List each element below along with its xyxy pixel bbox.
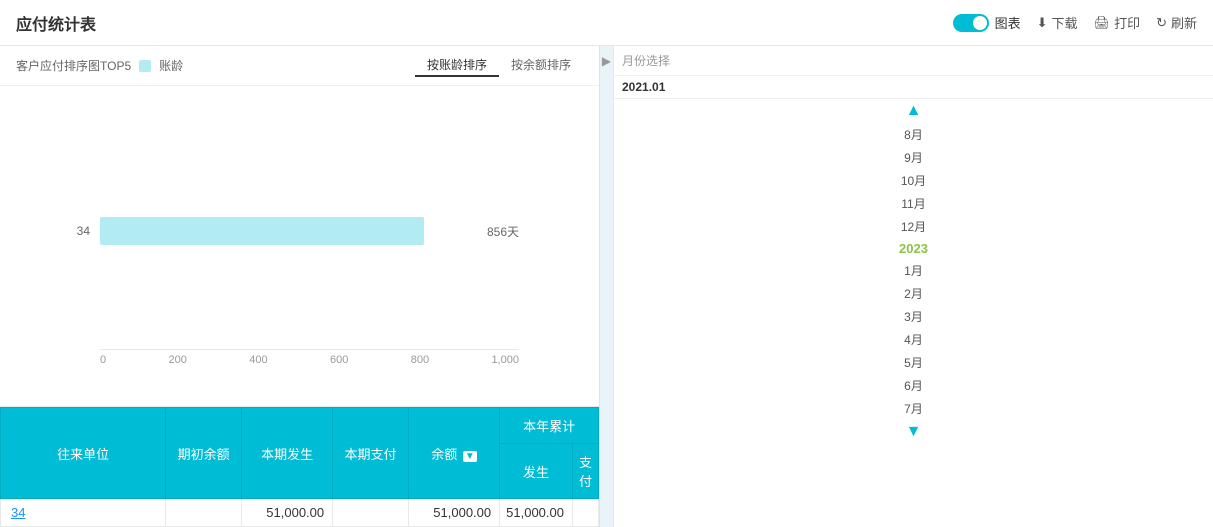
sidebar-up-btn[interactable]: ▲ <box>614 99 1213 123</box>
content-area: 客户应付排序图TOP5 账龄 按账龄排序 按余额排序 34 <box>0 46 1213 527</box>
sidebar-panel: 月份选择 2021.01 ▲ 8月 9月 10月 11月 12月 2023 1月… <box>613 46 1213 527</box>
data-table: 往来单位 期初余额 本期发生 本期支付 余额 ▼ 本年累计 <box>0 407 599 527</box>
th-benqi-fasheng: 本期发生 <box>242 408 333 499</box>
x-label-600: 600 <box>330 354 348 366</box>
bar-row-label: 34 <box>60 224 90 238</box>
cell-benqi-zhifu <box>333 499 409 527</box>
chart-toggle[interactable] <box>953 14 989 32</box>
sidebar-year-value[interactable]: 2021.01 <box>614 76 1213 99</box>
table-row: 34 51,000.00 51,000.00 51,000.00 <box>1 499 599 527</box>
print-icon: 🖨 <box>1094 15 1111 31</box>
chart-legend: 客户应付排序图TOP5 账龄 <box>16 57 183 74</box>
print-button[interactable]: 🖨 打印 <box>1094 13 1141 32</box>
cell-unit[interactable]: 34 <box>1 499 166 527</box>
cell-yue: 51,000.00 <box>408 499 499 527</box>
th-yue: 余额 ▼ <box>408 408 499 499</box>
sidebar-month-6[interactable]: 6月 <box>614 374 1213 397</box>
download-icon: ⬇ <box>1037 15 1048 31</box>
cell-benqi-fasheng: 51,000.00 <box>242 499 333 527</box>
sidebar-month-4[interactable]: 4月 <box>614 328 1213 351</box>
th-leiji-zhifu: 支付 <box>572 444 598 499</box>
th-unit: 往来单位 <box>1 408 166 499</box>
chart-toggle-wrap: 图表 <box>953 13 1021 32</box>
sidebar-month-12[interactable]: 12月 <box>614 215 1213 238</box>
cell-qichu <box>166 499 242 527</box>
chart-section: 客户应付排序图TOP5 账龄 按账龄排序 按余额排序 34 <box>0 46 599 527</box>
page-title: 应付统计表 <box>16 11 96 35</box>
refresh-icon: ↻ <box>1156 15 1167 31</box>
sidebar-month-8[interactable]: 8月 <box>614 123 1213 146</box>
bar-fill <box>100 217 424 245</box>
chart-wrapper: 客户应付排序图TOP5 账龄 按账龄排序 按余额排序 34 <box>0 46 599 527</box>
sidebar-month-11[interactable]: 11月 <box>614 192 1213 215</box>
th-benqi-zhifu: 本期支付 <box>333 408 409 499</box>
refresh-button[interactable]: ↻ 刷新 <box>1156 13 1197 32</box>
collapse-icon: ▶ <box>602 54 611 68</box>
th-qichu: 期初余额 <box>166 408 242 499</box>
sort-tab-balance[interactable]: 按余额排序 <box>499 54 583 77</box>
sort-tab-age[interactable]: 按账龄排序 <box>415 54 499 77</box>
cell-leiji-zhifu <box>572 499 598 527</box>
sidebar-month-3[interactable]: 3月 <box>614 305 1213 328</box>
chart-sort-tabs: 按账龄排序 按余额排序 <box>415 54 583 77</box>
download-button[interactable]: ⬇ 下载 <box>1037 13 1078 32</box>
x-label-200: 200 <box>169 354 187 366</box>
x-label-0: 0 <box>100 354 106 366</box>
chart-legend-label: 账龄 <box>159 57 183 74</box>
page-header: 应付统计表 图表 ⬇ 下载 🖨 打印 ↻ 刷新 <box>0 0 1213 46</box>
x-label-1000: 1,000 <box>491 354 519 366</box>
sidebar-down-btn[interactable]: ▼ <box>614 420 1213 444</box>
table-section: 往来单位 期初余额 本期发生 本期支付 余额 ▼ 本年累计 <box>0 406 599 527</box>
chart-area: 34 856天 0 200 400 600 800 <box>0 86 599 406</box>
header-actions: 图表 ⬇ 下载 🖨 打印 ↻ 刷新 <box>953 13 1197 32</box>
sidebar-title: 月份选择 <box>614 46 1213 76</box>
sidebar-month-1[interactable]: 1月 <box>614 259 1213 282</box>
sidebar-month-7[interactable]: 7月 <box>614 397 1213 420</box>
chart-header: 客户应付排序图TOP5 账龄 按账龄排序 按余额排序 <box>0 46 599 86</box>
bar-end-label: 856天 <box>487 223 519 240</box>
legend-dot <box>139 60 151 72</box>
yue-filter-icon[interactable]: ▼ <box>463 451 477 462</box>
sidebar-month-9[interactable]: 9月 <box>614 146 1213 169</box>
chart-top-label: 客户应付排序图TOP5 <box>16 57 131 74</box>
cell-leiji-fasheng: 51,000.00 <box>500 499 573 527</box>
sidebar-month-5[interactable]: 5月 <box>614 351 1213 374</box>
x-axis: 0 200 400 600 800 1,000 <box>100 349 519 366</box>
sidebar-year-2023: 2023 <box>614 238 1213 259</box>
chart-toggle-label: 图表 <box>995 13 1021 32</box>
th-leiji-group: 本年累计 <box>500 408 599 444</box>
sidebar-month-10[interactable]: 10月 <box>614 169 1213 192</box>
sidebar-collapse-btn[interactable]: ▶ <box>599 46 613 527</box>
x-label-400: 400 <box>249 354 267 366</box>
sidebar-month-2[interactable]: 2月 <box>614 282 1213 305</box>
th-leiji-fasheng: 发生 <box>500 444 573 499</box>
x-label-800: 800 <box>411 354 429 366</box>
